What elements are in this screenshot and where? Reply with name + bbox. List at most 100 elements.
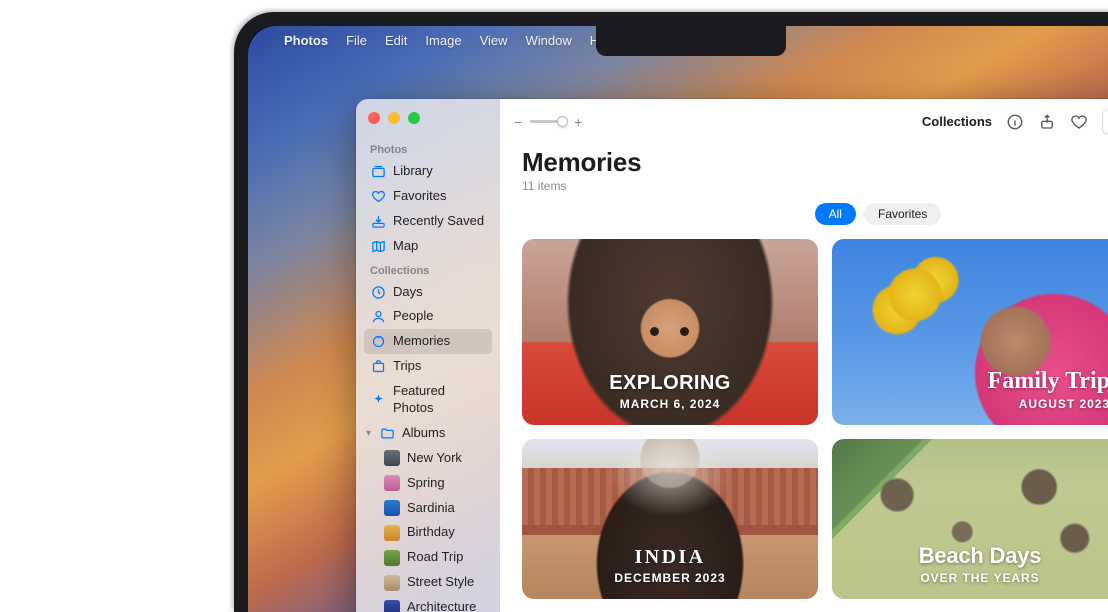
sidebar-label: Memories [393, 333, 450, 350]
sidebar-album-birthday[interactable]: Birthday [364, 520, 492, 545]
sparkle-icon [370, 392, 386, 408]
notch [596, 26, 786, 56]
favorite-heart-icon[interactable] [1070, 113, 1088, 131]
device-frame: Photos File Edit Image View Window Help … [234, 12, 1108, 612]
sidebar: Photos Library Favorites Recently Saved … [356, 99, 500, 612]
album-thumb-icon [384, 600, 400, 612]
zoom-thumb[interactable] [557, 116, 568, 127]
memory-card-india[interactable]: INDIA DECEMBER 2023 [522, 439, 818, 599]
sidebar-label: Architecture [407, 599, 476, 612]
desktop-wallpaper: Photos File Edit Image View Window Help … [248, 26, 1108, 612]
memory-card-beach-days[interactable]: Beach Days OVER THE YEARS [832, 439, 1108, 599]
memory-title: Family Trip [988, 368, 1108, 395]
filter-bar: All Favorites [522, 203, 1108, 225]
library-icon [370, 163, 386, 179]
toolbar-tab-collections[interactable]: Collections [922, 114, 992, 129]
sidebar-section-photos: Photos [364, 138, 492, 159]
clock-icon [370, 284, 386, 300]
download-tray-icon [370, 213, 386, 229]
page-title: Memories [522, 147, 1108, 178]
filter-all[interactable]: All [815, 203, 856, 225]
album-thumb-icon [384, 475, 400, 491]
menubar-item-image[interactable]: Image [425, 33, 461, 48]
person-icon [370, 309, 386, 325]
sidebar-label: People [393, 308, 433, 325]
sidebar-item-recently-saved[interactable]: Recently Saved [364, 209, 492, 234]
sidebar-item-albums[interactable]: ▾ Albums [364, 421, 492, 446]
heart-icon [370, 188, 386, 204]
sidebar-item-days[interactable]: Days [364, 280, 492, 305]
sidebar-album-sardinia[interactable]: Sardinia [364, 496, 492, 521]
sidebar-label: Favorites [393, 188, 446, 205]
sidebar-label: Sardinia [407, 500, 455, 517]
minimize-button[interactable] [388, 112, 400, 124]
sidebar-label: Days [393, 284, 423, 301]
content-area: − + Collections Memories [500, 99, 1108, 612]
sidebar-item-people[interactable]: People [364, 304, 492, 329]
memory-subtitle: OVER THE YEARS [920, 571, 1039, 585]
memory-subtitle: DECEMBER 2023 [614, 571, 725, 585]
memories-grid: EXPLORING MARCH 6, 2024 Family Trip AUGU… [522, 239, 1108, 599]
sidebar-item-memories[interactable]: Memories [364, 329, 492, 354]
menubar-item-window[interactable]: Window [526, 33, 572, 48]
memory-subtitle: AUGUST 2023 [1019, 397, 1108, 411]
sidebar-label: Trips [393, 358, 421, 375]
folder-icon [379, 425, 395, 441]
sidebar-album-road-trip[interactable]: Road Trip [364, 545, 492, 570]
sidebar-label: Birthday [407, 524, 455, 541]
sidebar-album-architecture[interactable]: Architecture [364, 595, 492, 612]
album-thumb-icon [384, 450, 400, 466]
sidebar-label: Map [393, 238, 418, 255]
menubar-app-name[interactable]: Photos [284, 33, 328, 48]
sidebar-label: Library [393, 163, 433, 180]
filter-favorites[interactable]: Favorites [864, 203, 941, 225]
sidebar-section-collections: Collections [364, 259, 492, 280]
window-controls [364, 108, 492, 138]
sidebar-label: Road Trip [407, 549, 463, 566]
memory-title: Beach Days [919, 543, 1042, 569]
zoom-out-icon[interactable]: − [514, 114, 522, 130]
app-window: Photos Library Favorites Recently Saved … [356, 99, 1108, 612]
menubar-item-file[interactable]: File [346, 33, 367, 48]
map-icon [370, 238, 386, 254]
album-thumb-icon [384, 525, 400, 541]
sidebar-label: New York [407, 450, 462, 467]
zoom-slider[interactable]: − + [514, 114, 582, 130]
sidebar-item-trips[interactable]: Trips [364, 354, 492, 379]
sidebar-item-featured-photos[interactable]: Featured Photos [364, 379, 492, 421]
info-icon[interactable] [1006, 113, 1024, 131]
memory-title: EXPLORING [609, 372, 730, 395]
memory-title: INDIA [635, 546, 706, 569]
album-thumb-icon [384, 550, 400, 566]
main-content: Memories 11 items All Favorites EXPLORIN… [500, 145, 1108, 599]
sidebar-album-new-york[interactable]: New York [364, 446, 492, 471]
sidebar-item-favorites[interactable]: Favorites [364, 184, 492, 209]
sidebar-album-street-style[interactable]: Street Style [364, 570, 492, 595]
sidebar-label: Spring [407, 475, 445, 492]
zoom-track[interactable] [530, 120, 566, 123]
close-button[interactable] [368, 112, 380, 124]
search-field[interactable] [1102, 109, 1108, 135]
chevron-down-icon[interactable]: ▾ [366, 427, 376, 440]
album-thumb-icon [384, 575, 400, 591]
toolbar: − + Collections [500, 99, 1108, 145]
memory-card-exploring[interactable]: EXPLORING MARCH 6, 2024 [522, 239, 818, 425]
share-icon[interactable] [1038, 113, 1056, 131]
album-thumb-icon [384, 500, 400, 516]
sidebar-item-map[interactable]: Map [364, 234, 492, 259]
zoom-in-icon[interactable]: + [574, 114, 582, 130]
menubar-item-view[interactable]: View [480, 33, 508, 48]
sidebar-label: Street Style [407, 574, 474, 591]
menubar-item-edit[interactable]: Edit [385, 33, 407, 48]
sidebar-album-spring[interactable]: Spring [364, 471, 492, 496]
sidebar-label: Albums [402, 425, 445, 442]
suitcase-icon [370, 359, 386, 375]
memories-icon [370, 334, 386, 350]
memory-subtitle: MARCH 6, 2024 [620, 397, 721, 411]
memory-card-family-trip[interactable]: Family Trip AUGUST 2023 [832, 239, 1108, 425]
sidebar-label: Recently Saved [393, 213, 484, 230]
fullscreen-button[interactable] [408, 112, 420, 124]
sidebar-label: Featured Photos [393, 383, 486, 417]
sidebar-item-library[interactable]: Library [364, 159, 492, 184]
item-count: 11 items [522, 179, 1108, 193]
